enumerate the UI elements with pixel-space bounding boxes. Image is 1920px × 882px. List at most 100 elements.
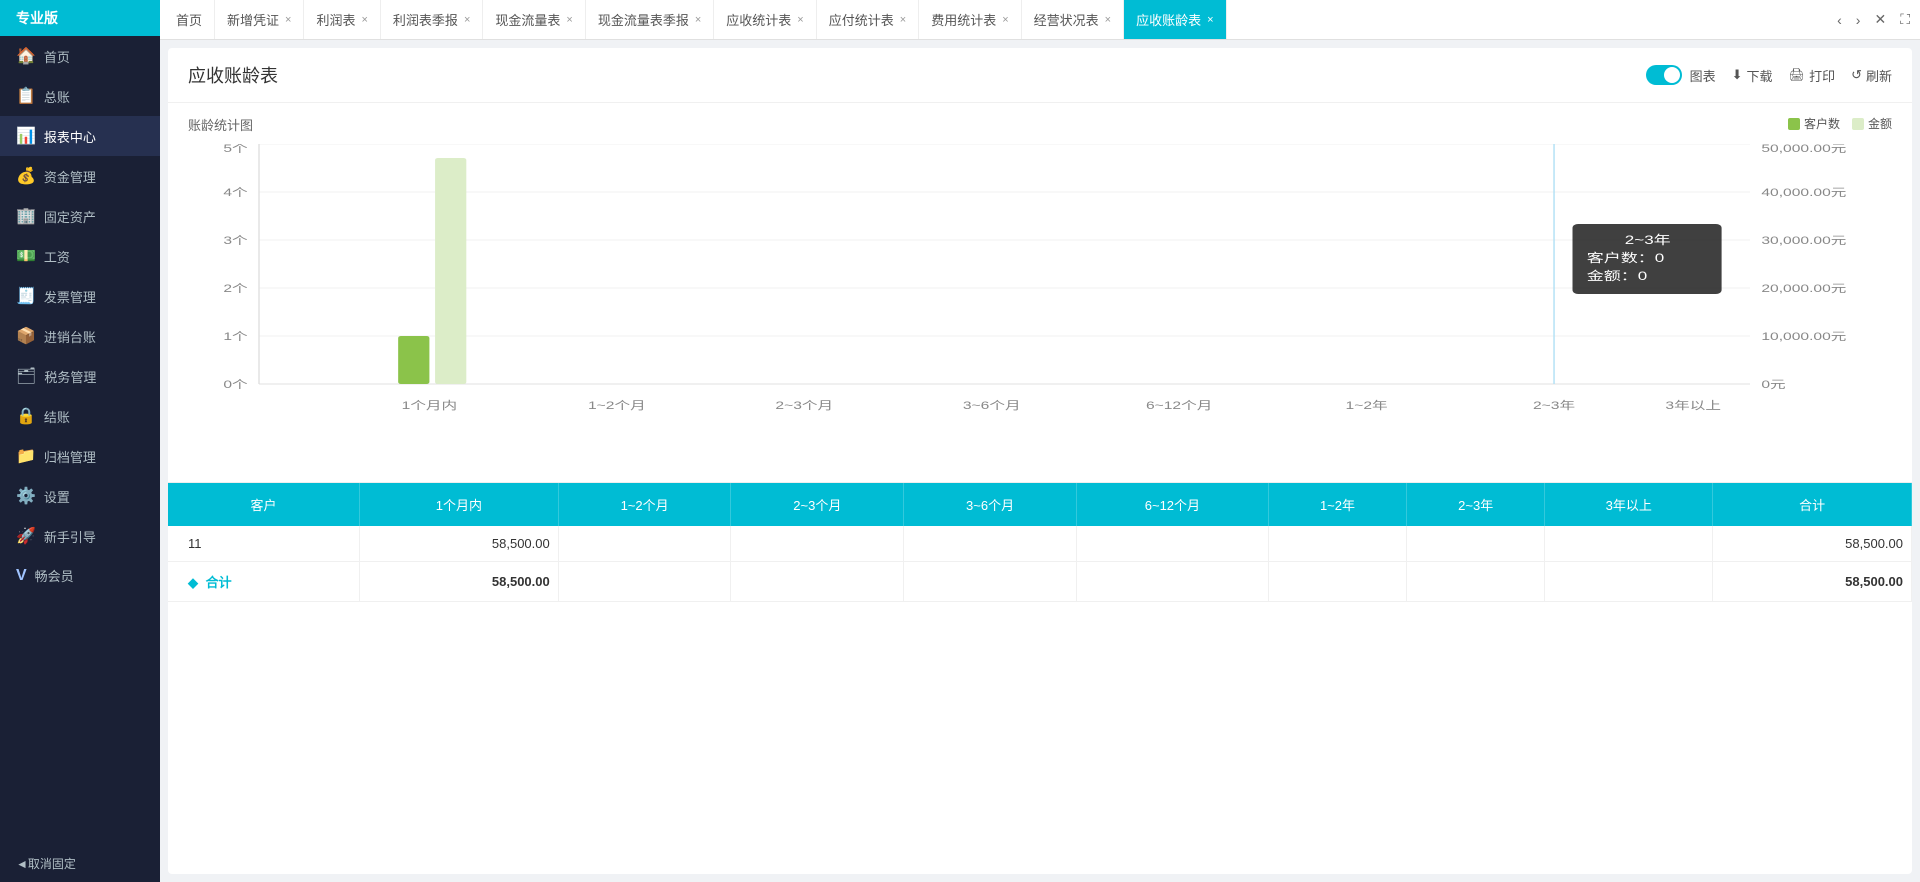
tab-payable-stat-label: 应付统计表 (829, 10, 894, 29)
tab-payable-stat[interactable]: 应付统计表 × (817, 0, 919, 40)
tab-profit-quarter[interactable]: 利润表季报 × (381, 0, 483, 40)
col-y1-2: 1~2年 (1268, 483, 1406, 526)
chart-area: 账龄统计图 客户数 金额 (168, 103, 1912, 483)
sidebar-label-vip: 畅会员 (35, 566, 74, 585)
sidebar-item-settings[interactable]: ⚙️ 设置 (0, 476, 160, 516)
sidebar-item-funds[interactable]: 💰 资金管理 (0, 156, 160, 196)
sidebar-label-close: 结账 (44, 407, 70, 426)
main-content: 首页 新增凭证 × 利润表 × 利润表季报 × 现金流量表 × 现金流量表季报 … (160, 0, 1920, 882)
bar-customer-1[interactable] (398, 336, 429, 384)
tab-cashflow-quarter-label: 现金流量表季报 (598, 10, 689, 29)
sidebar-label-settings: 设置 (44, 487, 70, 506)
tab-receivable-stat[interactable]: 应收统计表 × (714, 0, 816, 40)
sidebar-item-vip[interactable]: V 畅会员 (0, 556, 160, 595)
tab-operation-close[interactable]: × (1105, 14, 1111, 26)
svg-text:6~12个月: 6~12个月 (1146, 399, 1212, 411)
svg-text:2个: 2个 (223, 282, 248, 294)
print-button[interactable]: 🖨 打印 (1789, 66, 1836, 85)
chart-toggle-group: 图表 (1646, 65, 1716, 85)
tab-cashflow[interactable]: 现金流量表 × (483, 0, 585, 40)
tab-next-button[interactable]: › (1850, 0, 1867, 40)
sidebar-label-purchase: 进销台账 (44, 327, 96, 346)
refresh-button[interactable]: ↺ 刷新 (1851, 66, 1892, 85)
col-m2-3: 2~3个月 (731, 483, 904, 526)
tab-profit-close[interactable]: × (361, 14, 367, 26)
chart-toggle[interactable] (1646, 65, 1682, 85)
sidebar-item-assets[interactable]: 🏢 固定资产 (0, 196, 160, 236)
tab-cashflow-quarter-close[interactable]: × (695, 14, 701, 26)
unpin-button[interactable]: ◄取消固定 (0, 845, 160, 882)
tab-operation[interactable]: 经营状况表 × (1022, 0, 1124, 40)
legend-customer-dot (1788, 118, 1800, 130)
sidebar-item-tax[interactable]: 🗂 税务管理 (0, 356, 160, 396)
bar-amount-1[interactable] (435, 158, 466, 384)
cell-m2-3 (731, 526, 904, 562)
total-customer-label: 合计 (206, 575, 232, 590)
sidebar-label-invoice: 发票管理 (44, 287, 96, 306)
col-m1: 1个月内 (360, 483, 559, 526)
sidebar-item-purchase[interactable]: 📦 进销台账 (0, 316, 160, 356)
archive-icon: 📁 (16, 446, 36, 466)
col-total: 合计 (1713, 483, 1912, 526)
download-button[interactable]: ⬇ 下载 (1732, 66, 1773, 85)
tab-home[interactable]: 首页 (164, 0, 215, 40)
tab-aging-label: 应收账龄表 (1136, 10, 1201, 29)
sidebar-item-invoice[interactable]: 🧾 发票管理 (0, 276, 160, 316)
tab-receivable-stat-close[interactable]: × (797, 14, 803, 26)
svg-text:20,000.00元: 20,000.00元 (1761, 282, 1846, 294)
col-y3plus: 3年以上 (1545, 483, 1713, 526)
svg-text:金额：0: 金额：0 (1587, 269, 1648, 283)
ledger-icon: 📋 (16, 86, 36, 106)
cell-y3plus (1545, 526, 1713, 562)
tab-maximize-button[interactable]: ⛶ (1894, 0, 1916, 40)
svg-text:1~2年: 1~2年 (1346, 399, 1388, 411)
chart-svg[interactable]: 0个 1个 2个 3个 4个 5个 0元 10,000.00元 20,000.0… (188, 144, 1892, 444)
tab-profit[interactable]: 利润表 × (304, 0, 380, 40)
col-customer: 客户 (168, 483, 360, 526)
cell-total-m6-12 (1076, 562, 1268, 602)
cell-m6-12 (1076, 526, 1268, 562)
sidebar-item-home[interactable]: 🏠 首页 (0, 36, 160, 76)
cell-y1-2 (1268, 526, 1406, 562)
svg-text:3个: 3个 (223, 234, 248, 246)
tab-voucher-close[interactable]: × (285, 14, 291, 26)
tab-aging-close[interactable]: × (1207, 14, 1213, 26)
download-label: 下载 (1747, 66, 1773, 85)
svg-text:4个: 4个 (223, 186, 248, 198)
sidebar-item-guide[interactable]: 🚀 新手引导 (0, 516, 160, 556)
sidebar-item-salary[interactable]: 💵 工资 (0, 236, 160, 276)
total-row: ◆ 合计 58,500.00 58,500.00 (168, 562, 1912, 602)
sidebar-item-close[interactable]: 🔒 结账 (0, 396, 160, 436)
svg-text:0个: 0个 (223, 378, 248, 390)
tab-voucher-label: 新增凭证 (227, 10, 279, 29)
tab-payable-stat-close[interactable]: × (900, 14, 906, 26)
svg-text:40,000.00元: 40,000.00元 (1761, 186, 1846, 198)
sidebar-label-funds: 资金管理 (44, 167, 96, 186)
legend-customer: 客户数 (1788, 115, 1840, 132)
tab-voucher[interactable]: 新增凭证 × (215, 0, 304, 40)
tab-cashflow-close[interactable]: × (566, 14, 572, 26)
tab-expense-stat-close[interactable]: × (1002, 14, 1008, 26)
sidebar-item-archive[interactable]: 📁 归档管理 (0, 436, 160, 476)
page-actions: 图表 ⬇ 下载 🖨 打印 ↺ 刷新 (1646, 65, 1892, 85)
sidebar-item-ledger[interactable]: 📋 总账 (0, 76, 160, 116)
tab-expense-stat[interactable]: 费用统计表 × (919, 0, 1021, 40)
settings-icon: ⚙️ (16, 486, 36, 506)
tab-profit-quarter-close[interactable]: × (464, 14, 470, 26)
tab-aging[interactable]: 应收账龄表 × (1124, 0, 1226, 40)
tab-profit-label: 利润表 (316, 10, 355, 29)
sidebar-label-tax: 税务管理 (44, 367, 96, 386)
tab-cashflow-quarter[interactable]: 现金流量表季报 × (586, 0, 714, 40)
svg-text:5个: 5个 (223, 144, 248, 154)
tab-close-all-button[interactable]: ✕ (1868, 0, 1892, 40)
svg-text:3年以上: 3年以上 (1665, 399, 1721, 411)
sidebar-item-reports[interactable]: 📊 报表中心 (0, 116, 160, 156)
cell-total-y1-2 (1268, 562, 1406, 602)
tab-prev-button[interactable]: ‹ (1831, 0, 1848, 40)
svg-text:1~2个月: 1~2个月 (588, 399, 646, 411)
cell-total-total: 58,500.00 (1713, 562, 1912, 602)
chart-legend: 客户数 金额 (1788, 115, 1892, 132)
cell-total-m1: 58,500.00 (360, 562, 559, 602)
svg-text:0元: 0元 (1761, 378, 1785, 390)
legend-customer-label: 客户数 (1804, 115, 1840, 132)
